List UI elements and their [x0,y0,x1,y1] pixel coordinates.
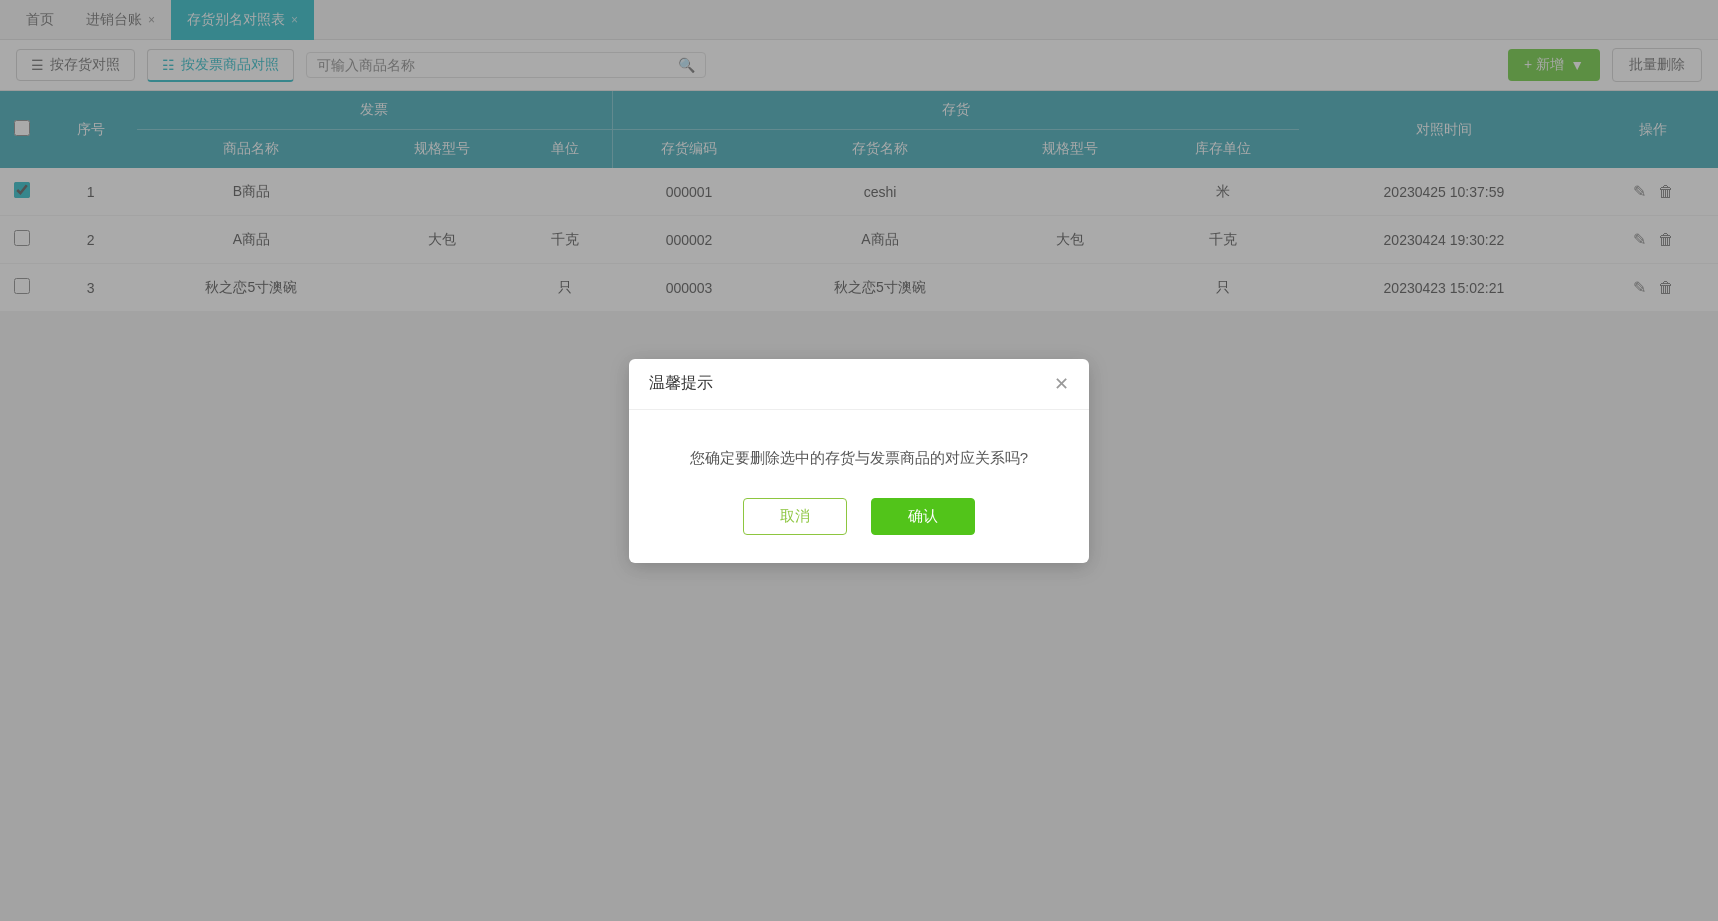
modal-overlay: 温馨提示 ✕ 您确定要删除选中的存货与发票商品的对应关系吗? 取消 确认 [0,0,1718,312]
